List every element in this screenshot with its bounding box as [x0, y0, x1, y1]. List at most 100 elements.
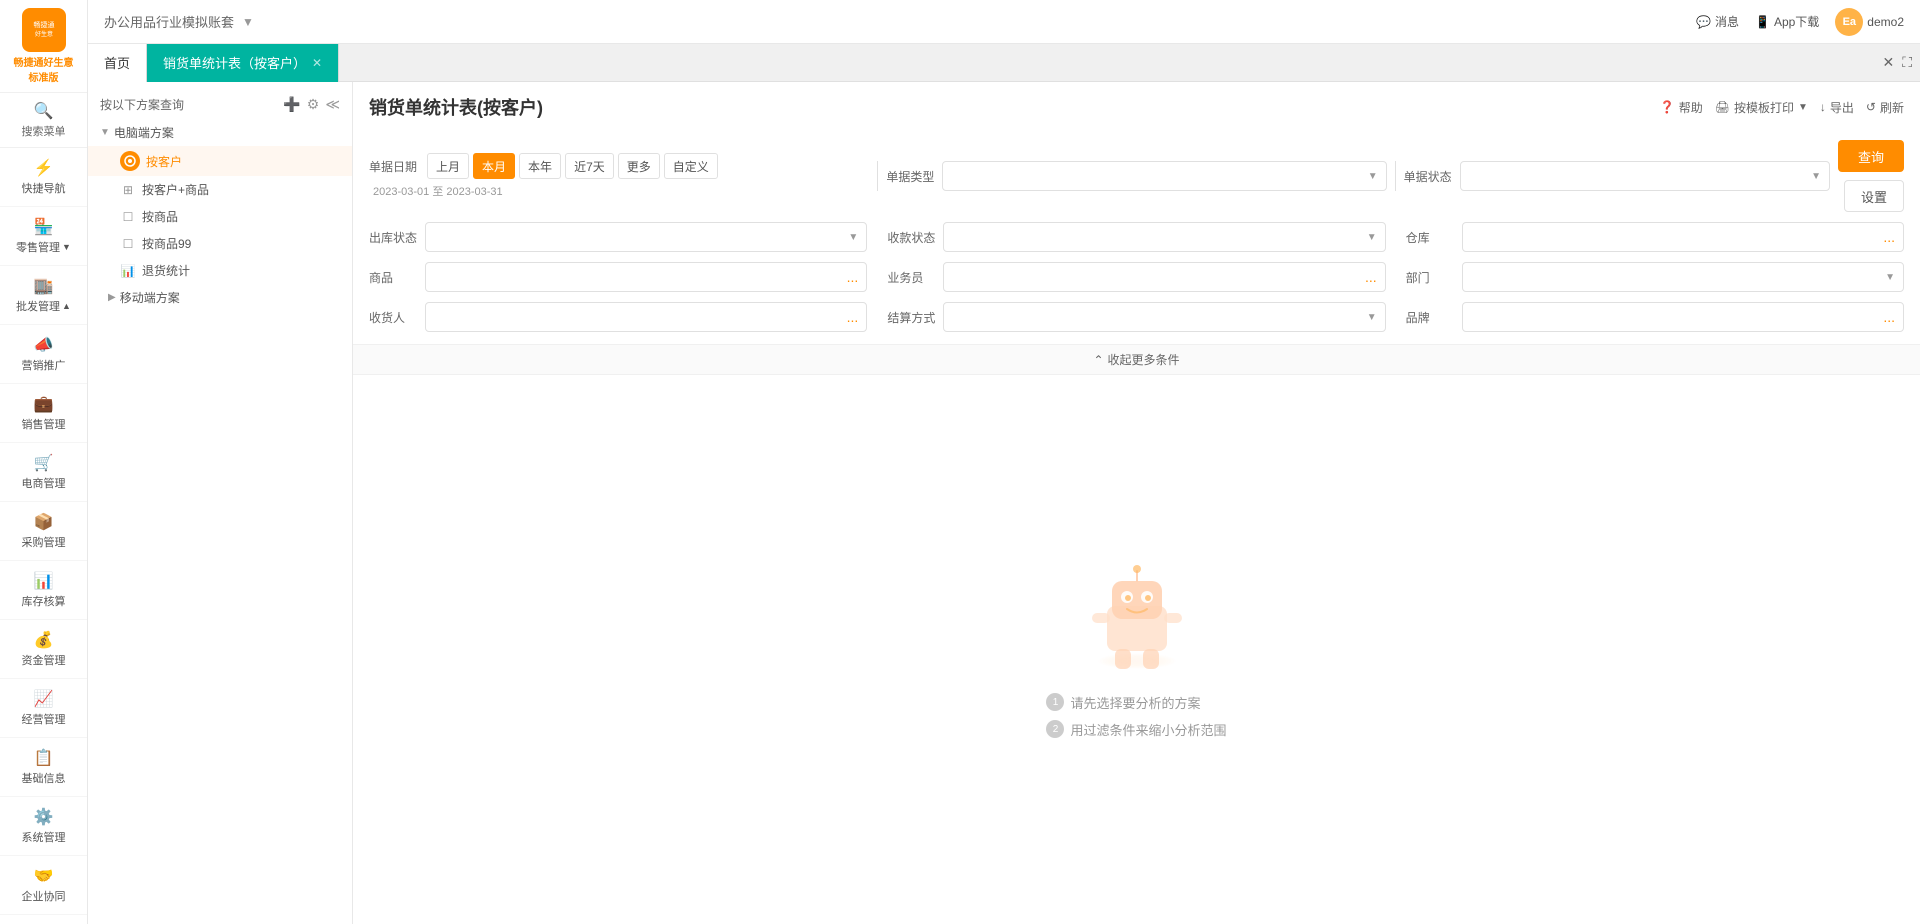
by-customer-label: 按客户	[146, 153, 182, 170]
sidebar-item-operations[interactable]: 📈 经营管理	[0, 679, 87, 738]
date-btn-this-year[interactable]: 本年	[519, 153, 561, 179]
by-goods-label: 按商品	[142, 208, 178, 225]
out-status-cell: 出库状态 ▼	[369, 222, 867, 252]
brand-label: 品牌	[1406, 309, 1456, 326]
sidebar-item-shortcut[interactable]: ⚡ 快捷导航	[0, 148, 87, 207]
scheme-item-by-goods-99[interactable]: ☐ 按商品99	[88, 230, 352, 257]
scheme-panel-header: 按以下方案查询 ➕ ⚙ ≪	[88, 90, 352, 119]
type-filter-cell: 单据类型 ▼	[886, 161, 1386, 191]
pay-status-dropdown[interactable]: ▼	[943, 222, 1385, 252]
hint-text-2: 用过滤条件来缩小分析范围	[1070, 720, 1226, 739]
app-title: 办公用品行业模拟账套	[104, 12, 234, 31]
refresh-btn[interactable]: ↺ 刷新	[1866, 99, 1904, 116]
dept-dropdown[interactable]: ▼	[1462, 262, 1904, 292]
date-btn-custom[interactable]: 自定义	[664, 153, 718, 179]
app-download-btn[interactable]: 📱 App下载	[1755, 13, 1819, 30]
hint-text-1: 请先选择要分析的方案	[1070, 693, 1200, 712]
user-btn[interactable]: Ea demo2	[1835, 8, 1904, 36]
marketing-icon: 📣	[34, 335, 54, 355]
message-btn[interactable]: 💬 消息	[1696, 13, 1739, 30]
type-dropdown[interactable]: ▼	[942, 161, 1386, 191]
print-btn[interactable]: 🖨 按模板打印 ▼	[1715, 99, 1808, 116]
receiver-dots[interactable]: ...	[847, 309, 859, 325]
by-customer-goods-label: 按客户+商品	[142, 181, 209, 198]
scheme-settings-btn[interactable]: ⚙	[307, 96, 320, 113]
scheme-item-by-customer[interactable]: 按客户	[88, 146, 352, 176]
tab-expand-btn[interactable]: ⛶	[1902, 54, 1912, 71]
scheme-icon-chart: 📊	[120, 263, 136, 279]
settings-btn[interactable]: 设置	[1844, 180, 1904, 212]
empty-hints: 1 请先选择要分析的方案 2 用过滤条件来缩小分析范围	[1046, 693, 1226, 739]
sidebar-item-newbie[interactable]: 🌟 新手引导	[0, 915, 87, 924]
tab-home[interactable]: 首页	[88, 44, 147, 82]
brand-input[interactable]: ...	[1462, 302, 1904, 332]
receiver-cell: 收货人 ...	[369, 302, 867, 332]
settlement-label: 结算方式	[887, 309, 937, 326]
help-btn[interactable]: ❓ 帮助	[1660, 99, 1703, 116]
warehouse-dots[interactable]: ...	[1883, 229, 1895, 245]
scheme-item-by-goods[interactable]: ☐ 按商品	[88, 203, 352, 230]
sidebar-item-retail[interactable]: 🏪 零售管理 ▼	[0, 207, 87, 266]
by-goods-99-label: 按商品99	[142, 235, 191, 252]
scheme-item-return-stat[interactable]: 📊 退货统计	[88, 257, 352, 284]
download-icon: 📱	[1755, 15, 1770, 29]
date-btn-7days[interactable]: 近7天	[565, 153, 614, 179]
salesman-input[interactable]: ...	[943, 262, 1385, 292]
search-menu-btn[interactable]: 🔍 搜索菜单	[0, 93, 87, 148]
empty-illustration	[1077, 561, 1197, 681]
out-status-label: 出库状态	[369, 229, 419, 246]
tab-close-all-btn[interactable]: ✕	[1882, 54, 1894, 71]
date-btn-last-month[interactable]: 上月	[427, 153, 469, 179]
date-btn-more[interactable]: 更多	[618, 153, 660, 179]
goods-input[interactable]: ...	[425, 262, 867, 292]
retail-arrow-icon: ▼	[62, 242, 71, 252]
sidebar-item-marketing[interactable]: 📣 营销推广	[0, 325, 87, 384]
app-logo[interactable]: 畅捷通 好生意 畅捷通好生意 标准版	[0, 0, 87, 93]
warehouse-input[interactable]: ...	[1462, 222, 1904, 252]
goods-cell: 商品 ...	[369, 262, 867, 292]
receiver-input[interactable]: ...	[425, 302, 867, 332]
hint-num-1: 1	[1046, 693, 1064, 711]
scheme-mobile-header[interactable]: ▶ 移动端方案	[88, 284, 352, 311]
sidebar-item-system[interactable]: ⚙️ 系统管理	[0, 797, 87, 856]
settlement-dropdown[interactable]: ▼	[943, 302, 1385, 332]
date-label: 单据日期	[369, 158, 417, 175]
basic-icon: 📋	[34, 748, 54, 768]
scheme-item-by-customer-goods[interactable]: ⊞ 按客户+商品	[88, 176, 352, 203]
brand-dots[interactable]: ...	[1883, 309, 1895, 325]
export-icon: ↓	[1820, 100, 1826, 114]
collapse-bar[interactable]: ⌃ 收起更多条件	[353, 345, 1920, 375]
status-dropdown[interactable]: ▼	[1460, 161, 1830, 191]
sales-tab-label: 销货单统计表（按客户）	[163, 53, 306, 72]
sidebar-item-sales[interactable]: 💼 销售管理	[0, 384, 87, 443]
page-header-actions: ❓ 帮助 🖨 按模板打印 ▼ ↓ 导出 ↺ 刷新	[1660, 99, 1904, 116]
salesman-dots[interactable]: ...	[1365, 269, 1377, 285]
message-icon: 💬	[1696, 15, 1711, 29]
action-buttons: 查询 设置	[1838, 140, 1904, 212]
app-dropdown-btn[interactable]: ▼	[242, 15, 254, 29]
sidebar-item-wholesale[interactable]: 🏬 批发管理 ▲	[0, 266, 87, 325]
out-status-dropdown[interactable]: ▼	[425, 222, 867, 252]
date-btn-this-month[interactable]: 本月	[473, 153, 515, 179]
scheme-desktop-header[interactable]: ▼ 电脑端方案	[88, 119, 352, 146]
sidebar-item-basic[interactable]: 📋 基础信息	[0, 738, 87, 797]
sidebar-item-inventory[interactable]: 📊 库存核算	[0, 561, 87, 620]
query-btn[interactable]: 查询	[1838, 140, 1904, 172]
home-tab-label: 首页	[104, 53, 130, 72]
scheme-collapse-btn[interactable]: ≪	[325, 96, 340, 113]
tab-sales-stat[interactable]: 销货单统计表（按客户） ✕	[147, 44, 339, 82]
settlement-cell: 结算方式 ▼	[887, 302, 1385, 332]
salesman-label: 业务员	[887, 269, 937, 286]
sidebar-item-ecommerce[interactable]: 🛒 电商管理	[0, 443, 87, 502]
tab-close-btn[interactable]: ✕	[312, 56, 322, 70]
sidebar-item-finance[interactable]: 💰 资金管理	[0, 620, 87, 679]
scheme-add-btn[interactable]: ➕	[283, 96, 300, 113]
inventory-icon: 📊	[34, 571, 54, 591]
page-header: 销货单统计表(按客户) ❓ 帮助 🖨 按模板打印 ▼ ↓ 导出	[353, 82, 1920, 128]
desktop-group-label: 电脑端方案	[114, 124, 174, 141]
goods-dots[interactable]: ...	[847, 269, 859, 285]
logo-label: 畅捷通好生意 标准版	[14, 54, 74, 84]
sidebar-item-purchase[interactable]: 📦 采购管理	[0, 502, 87, 561]
sidebar-item-enterprise[interactable]: 🤝 企业协同	[0, 856, 87, 915]
export-btn[interactable]: ↓ 导出	[1820, 99, 1854, 116]
